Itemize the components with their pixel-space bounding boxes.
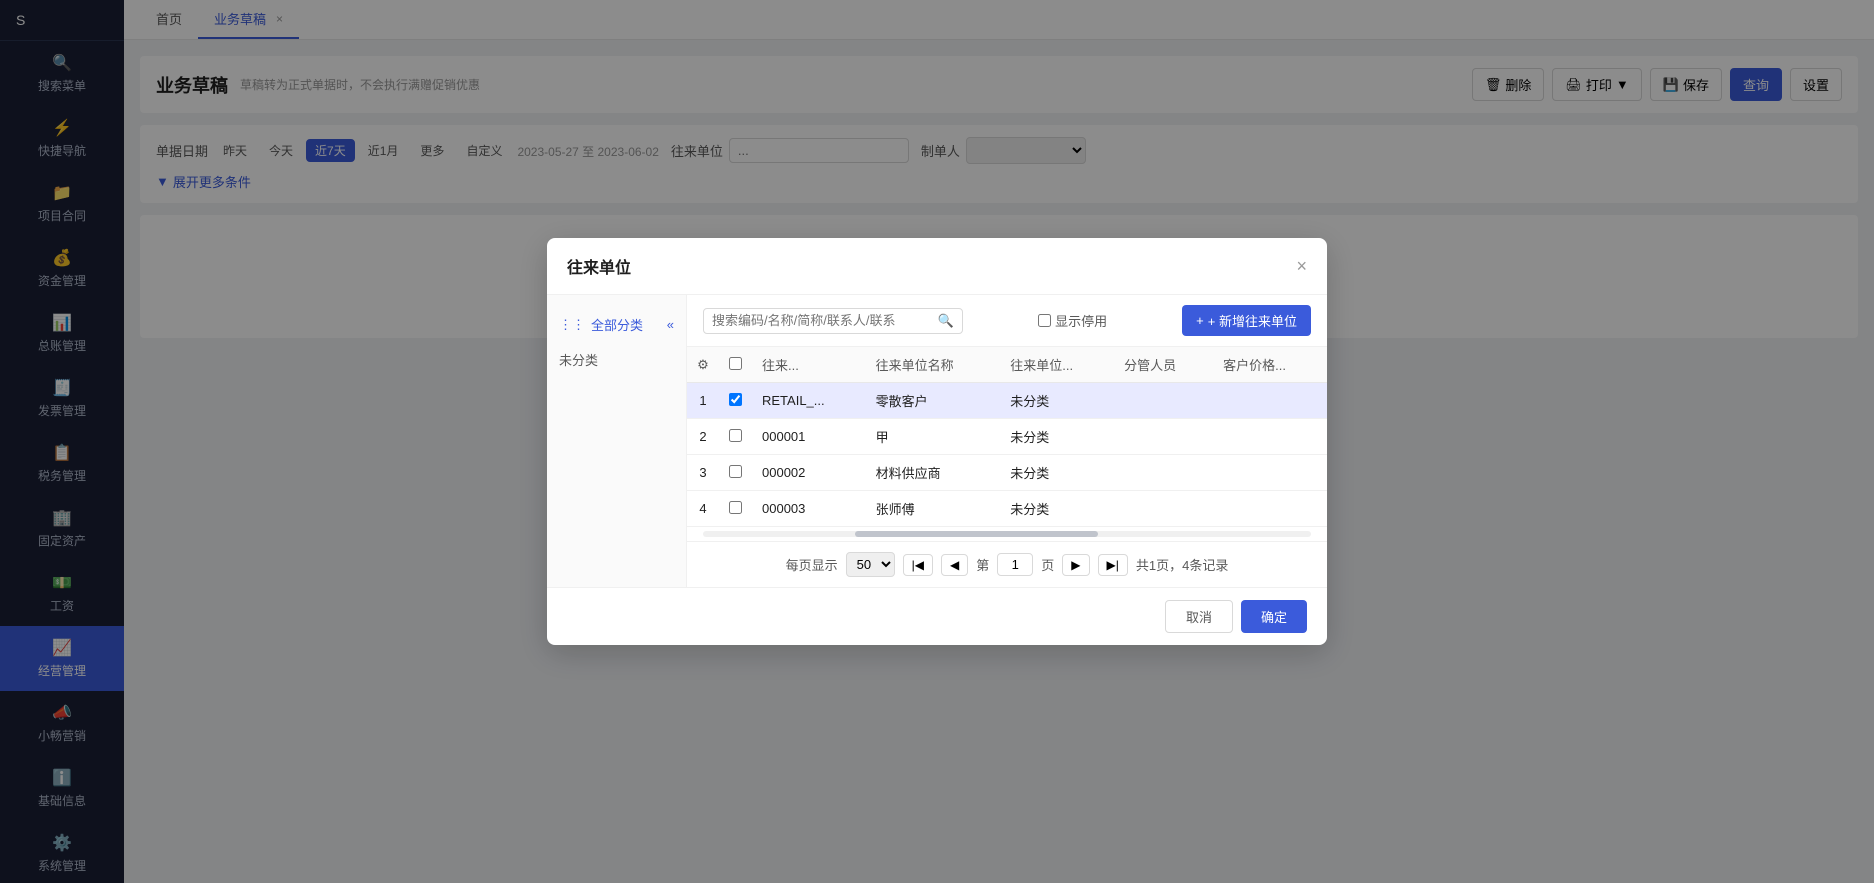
dialog-search-input[interactable] bbox=[712, 313, 932, 328]
dialog-overlay[interactable]: 往来单位 × ⋮⋮ 全部分类 « 未分类 bbox=[0, 0, 1874, 883]
row-manager bbox=[1114, 419, 1213, 455]
page-unit: 页 bbox=[1041, 555, 1054, 574]
prev-page-button[interactable]: ◀ bbox=[941, 554, 968, 576]
dialog-body: ⋮⋮ 全部分类 « 未分类 🔍 显示停 bbox=[547, 295, 1327, 587]
th-price: 客户价格... bbox=[1213, 347, 1327, 383]
page-number-input[interactable] bbox=[997, 553, 1033, 576]
dialog-sidebar-all[interactable]: ⋮⋮ 全部分类 « bbox=[547, 307, 686, 342]
confirm-button[interactable]: 确定 bbox=[1241, 600, 1307, 633]
row-setting: 2 bbox=[687, 419, 719, 455]
row-setting: 1 bbox=[687, 383, 719, 419]
select-all-checkbox[interactable] bbox=[729, 357, 742, 370]
dialog-toolbar: 🔍 显示停用 + + 新增往来单位 bbox=[687, 295, 1327, 347]
first-page-button[interactable]: |◀ bbox=[903, 554, 933, 576]
dialog-scrollbar bbox=[687, 527, 1327, 541]
total-text: 共1页，4条记录 bbox=[1136, 555, 1228, 574]
row-code: 000001 bbox=[752, 419, 866, 455]
row-category: 未分类 bbox=[1000, 455, 1114, 491]
cancel-button[interactable]: 取消 bbox=[1165, 600, 1233, 633]
partner-dialog: 往来单位 × ⋮⋮ 全部分类 « 未分类 bbox=[547, 238, 1327, 645]
show-disabled-checkbox[interactable] bbox=[1038, 314, 1051, 327]
row-name: 张师傅 bbox=[866, 491, 1001, 527]
row-setting: 3 bbox=[687, 455, 719, 491]
row-check[interactable] bbox=[719, 383, 752, 419]
grid-icon: ⋮⋮ bbox=[559, 317, 585, 333]
row-checkbox[interactable] bbox=[729, 429, 742, 442]
page-label: 第 bbox=[976, 555, 989, 574]
row-code: 000003 bbox=[752, 491, 866, 527]
dialog-search-box: 🔍 bbox=[703, 308, 963, 334]
per-page-label: 每页显示 bbox=[786, 555, 838, 574]
row-setting: 4 bbox=[687, 491, 719, 527]
th-setting[interactable]: ⚙ bbox=[687, 347, 719, 383]
row-name: 材料供应商 bbox=[866, 455, 1001, 491]
row-manager bbox=[1114, 455, 1213, 491]
scroll-track bbox=[703, 531, 1311, 537]
scroll-thumb[interactable] bbox=[855, 531, 1098, 537]
dialog-footer: 取消 确定 bbox=[547, 587, 1327, 645]
row-check[interactable] bbox=[719, 455, 752, 491]
plus-icon: + bbox=[1196, 313, 1204, 328]
th-manager: 分管人员 bbox=[1114, 347, 1213, 383]
dialog-pagination: 每页显示 50 |◀ ◀ 第 页 ▶ ▶| 共1页，4条记录 bbox=[687, 541, 1327, 587]
th-check[interactable] bbox=[719, 347, 752, 383]
search-icon: 🔍 bbox=[938, 313, 954, 329]
dialog-sidebar-uncategorized[interactable]: 未分类 bbox=[547, 342, 686, 377]
dialog-header: 往来单位 × bbox=[547, 238, 1327, 295]
th-category: 往来单位... bbox=[1000, 347, 1114, 383]
dialog-main: 🔍 显示停用 + + 新增往来单位 bbox=[687, 295, 1327, 587]
row-code: RETAIL_... bbox=[752, 383, 866, 419]
show-disabled-checkbox-label[interactable]: 显示停用 bbox=[1038, 311, 1107, 330]
th-code: 往来... bbox=[752, 347, 866, 383]
table-row[interactable]: 2 000001 甲 未分类 bbox=[687, 419, 1327, 455]
next-page-button[interactable]: ▶ bbox=[1062, 554, 1089, 576]
row-check[interactable] bbox=[719, 419, 752, 455]
row-price bbox=[1213, 455, 1327, 491]
partner-table: ⚙ 往来... 往来单位名称 往来单位... 分管人员 客户价格... bbox=[687, 347, 1327, 527]
row-price bbox=[1213, 419, 1327, 455]
row-price bbox=[1213, 383, 1327, 419]
table-header: ⚙ 往来... 往来单位名称 往来单位... 分管人员 客户价格... bbox=[687, 347, 1327, 383]
dialog-close-button[interactable]: × bbox=[1296, 256, 1307, 277]
row-price bbox=[1213, 491, 1327, 527]
row-name: 零散客户 bbox=[866, 383, 1001, 419]
dialog-sidebar: ⋮⋮ 全部分类 « 未分类 bbox=[547, 295, 687, 587]
row-category: 未分类 bbox=[1000, 419, 1114, 455]
row-manager bbox=[1114, 383, 1213, 419]
add-partner-button[interactable]: + + 新增往来单位 bbox=[1182, 305, 1311, 336]
row-checkbox[interactable] bbox=[729, 501, 742, 514]
row-checkbox[interactable] bbox=[729, 465, 742, 478]
collapse-icon[interactable]: « bbox=[667, 317, 674, 332]
row-name: 甲 bbox=[866, 419, 1001, 455]
row-category: 未分类 bbox=[1000, 383, 1114, 419]
dialog-table: ⚙ 往来... 往来单位名称 往来单位... 分管人员 客户价格... bbox=[687, 347, 1327, 527]
table-row[interactable]: 3 000002 材料供应商 未分类 bbox=[687, 455, 1327, 491]
th-name: 往来单位名称 bbox=[866, 347, 1001, 383]
row-checkbox[interactable] bbox=[729, 393, 742, 406]
row-category: 未分类 bbox=[1000, 491, 1114, 527]
table-row[interactable]: 4 000003 张师傅 未分类 bbox=[687, 491, 1327, 527]
table-body: 1 RETAIL_... 零散客户 未分类 2 bbox=[687, 383, 1327, 527]
per-page-select[interactable]: 50 bbox=[846, 552, 895, 577]
row-check[interactable] bbox=[719, 491, 752, 527]
table-row[interactable]: 1 RETAIL_... 零散客户 未分类 bbox=[687, 383, 1327, 419]
dialog-title: 往来单位 bbox=[567, 254, 631, 278]
row-code: 000002 bbox=[752, 455, 866, 491]
last-page-button[interactable]: ▶| bbox=[1098, 554, 1128, 576]
row-manager bbox=[1114, 491, 1213, 527]
